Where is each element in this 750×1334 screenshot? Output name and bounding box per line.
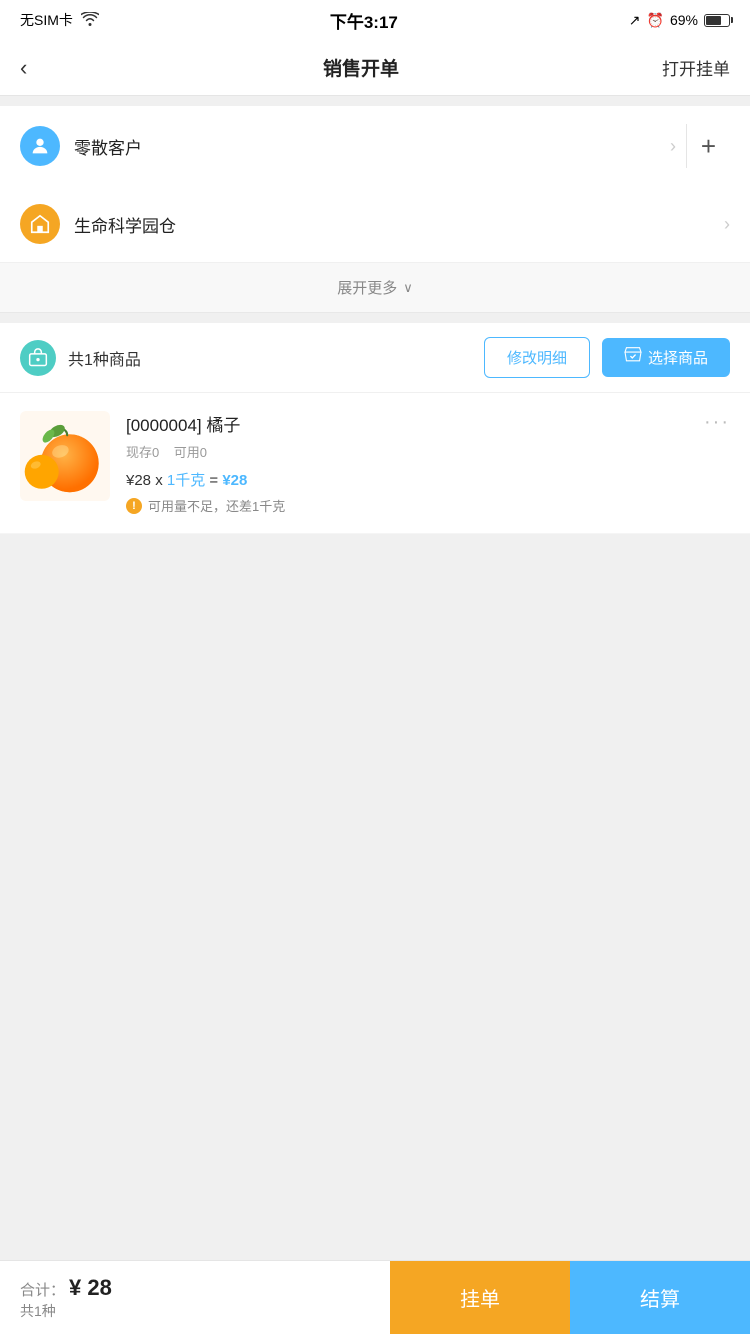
product-image <box>20 411 110 501</box>
warehouse-arrow-icon: › <box>724 214 730 235</box>
divider-middle <box>0 313 750 323</box>
checkout-button[interactable]: 结算 <box>570 1261 750 1334</box>
total-label: 合计： <box>20 1279 65 1300</box>
footer-total: 合计： ¥ 28 共1种 <box>0 1275 390 1321</box>
status-left: 无SIM卡 <box>20 10 99 30</box>
status-time: 下午3:17 <box>330 8 398 33</box>
page-title: 销售开单 <box>323 54 399 81</box>
divider-top <box>0 96 750 106</box>
carrier-label: 无SIM卡 <box>20 10 73 30</box>
battery-percent: 69% <box>670 12 698 28</box>
alarm-icon: ⏰ <box>647 12 664 29</box>
product-warning: ! 可用量不足，还差1千克 <box>126 496 694 515</box>
select-product-button[interactable]: 选择商品 <box>602 338 730 377</box>
battery-icon <box>704 14 730 27</box>
expand-arrow-icon: ∨ <box>403 280 413 296</box>
hang-button[interactable]: 挂单 <box>390 1261 570 1334</box>
select-product-label: 选择商品 <box>648 347 708 368</box>
customer-name: 零散客户 <box>74 134 670 159</box>
customer-row: 零散客户 › + <box>0 106 750 186</box>
status-right: ↗ ⏰ 69% <box>629 12 730 29</box>
product-item: [0000004] 橘子 现存0 可用0 ¥28 x 1千克 = ¥28 ! 可… <box>0 393 750 534</box>
expand-more-label: 展开更多 <box>337 277 397 298</box>
product-name: [0000004] 橘子 <box>126 411 694 436</box>
customer-icon <box>20 126 60 166</box>
product-stock: 现存0 可用0 <box>126 442 694 461</box>
product-price: ¥28 x 1千克 = ¥28 <box>126 469 694 490</box>
open-hang-button[interactable]: 打开挂单 <box>662 55 730 80</box>
location-icon: ↗ <box>629 12 641 29</box>
warehouse-row[interactable]: 生命科学园仓 › <box>0 186 750 263</box>
select-product-icon <box>624 347 642 368</box>
wifi-icon <box>81 12 99 29</box>
main-content: 零散客户 › + 生命科学园仓 › 展开更多 ∨ 共1种商品 <box>0 96 750 608</box>
total-amount: ¥ 28 <box>69 1275 112 1301</box>
footer-total-header: 合计： ¥ 28 <box>20 1275 370 1301</box>
product-count-icon <box>20 340 56 376</box>
footer-sub-label: 共1种 <box>20 1301 370 1321</box>
warning-icon: ! <box>126 498 142 514</box>
modify-detail-button[interactable]: 修改明细 <box>484 337 590 378</box>
customer-arrow-icon: › <box>670 136 676 157</box>
product-count-text: 共1种商品 <box>68 346 484 370</box>
product-header: 共1种商品 修改明细 选择商品 <box>0 323 750 393</box>
back-button[interactable]: ‹ <box>20 55 60 81</box>
product-menu-button[interactable]: ··· <box>694 411 730 434</box>
status-bar: 无SIM卡 下午3:17 ↗ ⏰ 69% <box>0 0 750 40</box>
product-info: [0000004] 橘子 现存0 可用0 ¥28 x 1千克 = ¥28 ! 可… <box>126 411 694 515</box>
footer: 合计： ¥ 28 共1种 挂单 结算 <box>0 1260 750 1334</box>
expand-more-button[interactable]: 展开更多 ∨ <box>0 263 750 313</box>
add-customer-button[interactable]: + <box>686 124 730 168</box>
warehouse-icon <box>20 204 60 244</box>
nav-bar: ‹ 销售开单 打开挂单 <box>0 40 750 96</box>
warehouse-name: 生命科学园仓 <box>74 212 724 237</box>
